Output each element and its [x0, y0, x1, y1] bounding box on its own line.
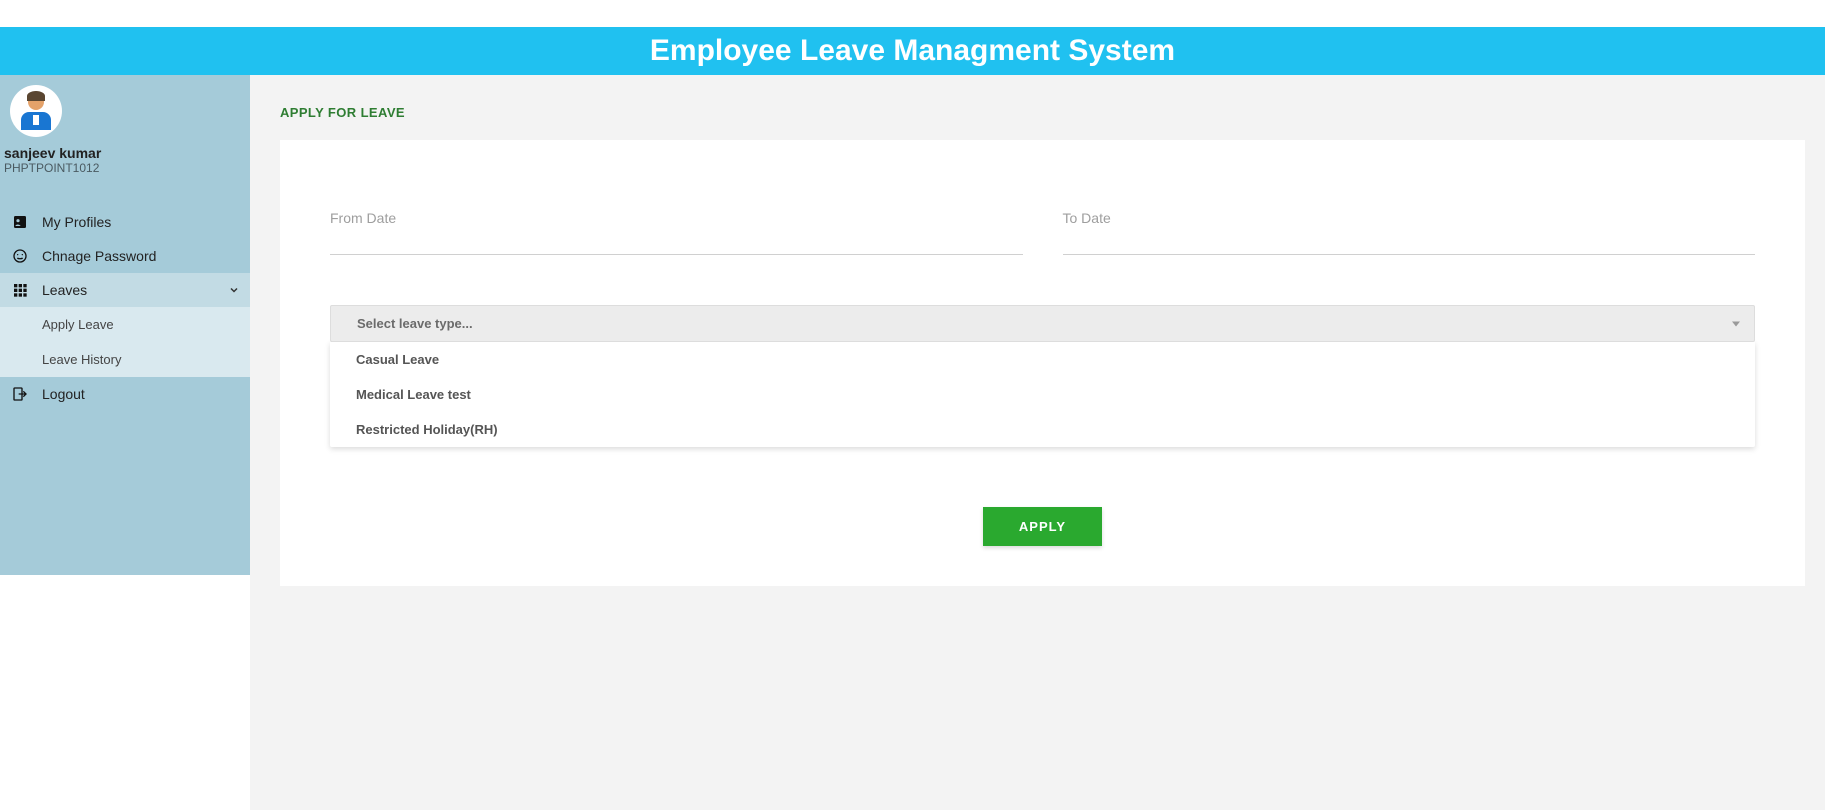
sidebar-item-label: Chnage Password [42, 248, 156, 264]
apply-button-label: APPLY [1019, 519, 1066, 534]
sidebar-item-logout[interactable]: Logout [0, 377, 250, 411]
leave-type-option[interactable]: Restricted Holiday(RH) [330, 412, 1755, 447]
to-date-field: To Date [1063, 210, 1756, 255]
sidebar-nav: My Profiles Chnage Password Leaves A [0, 205, 250, 411]
leave-type-option-label: Medical Leave test [356, 387, 471, 402]
user-name: sanjeev kumar [0, 145, 250, 161]
leave-type-option-label: Restricted Holiday(RH) [356, 422, 498, 437]
password-icon [10, 248, 30, 264]
form-card: Se De From Date To Date Select leave typ… [280, 140, 1805, 586]
profile-icon [10, 214, 30, 230]
top-spacer [0, 0, 1825, 25]
from-date-label: From Date [330, 210, 1023, 226]
sidebar-item-my-profiles[interactable]: My Profiles [0, 205, 250, 239]
sidebar-item-leaves[interactable]: Leaves [0, 273, 250, 307]
avatar-wrap [0, 85, 250, 137]
leave-type-selected-label: Select leave type... [357, 316, 473, 331]
leave-type-dropdown: Select leave type... Casual Leave Medica… [330, 305, 1755, 447]
grid-icon [10, 282, 30, 298]
main-layout: sanjeev kumar PHPTPOINT1012 My Profiles … [0, 75, 1825, 810]
user-avatar-icon [10, 85, 62, 137]
sidebar-subitem-leave-history[interactable]: Leave History [42, 342, 250, 377]
date-row: From Date To Date [330, 210, 1755, 255]
sidebar-item-label: Apply Leave [42, 317, 114, 332]
app-title: Employee Leave Managment System [650, 34, 1175, 67]
chevron-down-icon [228, 284, 240, 296]
sidebar-item-label: My Profiles [42, 214, 111, 230]
app-header: Employee Leave Managment System [0, 27, 1825, 75]
sidebar: sanjeev kumar PHPTPOINT1012 My Profiles … [0, 75, 250, 575]
logout-icon [10, 386, 30, 402]
sidebar-submenu-leaves: Apply Leave Leave History [0, 307, 250, 377]
sidebar-item-label: Leave History [42, 352, 121, 367]
from-date-field: From Date [330, 210, 1023, 255]
user-id: PHPTPOINT1012 [0, 161, 250, 175]
leave-type-selected[interactable]: Select leave type... [330, 305, 1755, 342]
content-area: APPLY FOR LEAVE Se De From Date To Date … [250, 75, 1825, 810]
sidebar-item-label: Leaves [42, 282, 87, 298]
page-title: APPLY FOR LEAVE [280, 105, 1805, 120]
apply-button[interactable]: APPLY [983, 507, 1102, 546]
apply-wrap: APPLY [330, 507, 1755, 546]
from-date-input[interactable] [330, 230, 1023, 255]
leave-type-option[interactable]: Casual Leave [330, 342, 1755, 377]
leave-type-option-label: Casual Leave [356, 352, 439, 367]
to-date-label: To Date [1063, 210, 1756, 226]
leave-type-option[interactable]: Medical Leave test [330, 377, 1755, 412]
sidebar-subitem-apply-leave[interactable]: Apply Leave [42, 307, 250, 342]
leave-type-options: Casual Leave Medical Leave test Restrict… [330, 342, 1755, 447]
sidebar-item-change-password[interactable]: Chnage Password [0, 239, 250, 273]
sidebar-item-label: Logout [42, 386, 85, 402]
to-date-input[interactable] [1063, 230, 1756, 255]
